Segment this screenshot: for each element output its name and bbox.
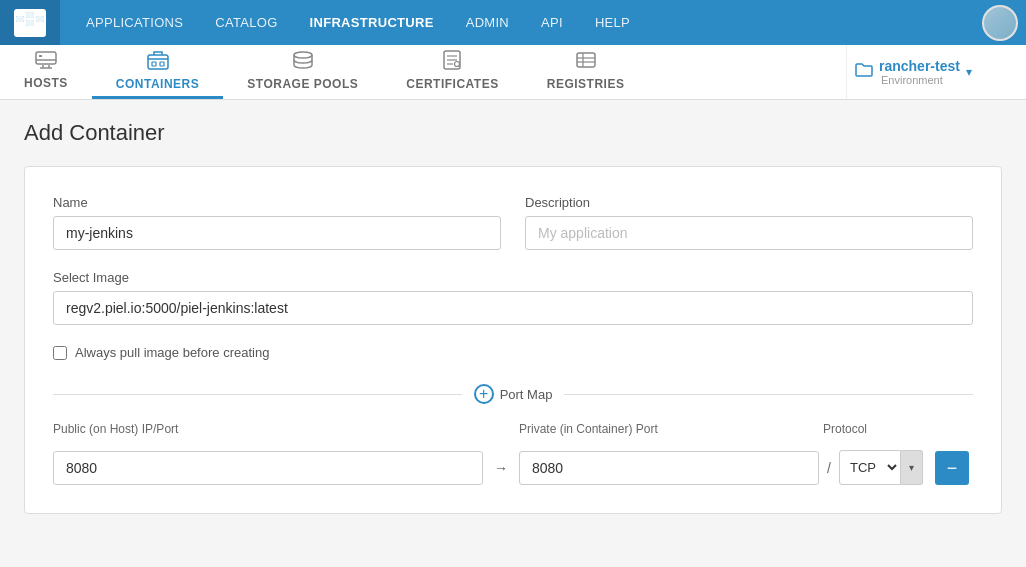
port-arrow-icon: → [483,460,519,476]
subnav-storage-pools[interactable]: STORAGE POOLS [223,45,382,99]
subnav-certificates[interactable]: CERTIFICATES [382,45,522,99]
name-description-row: Name Description [53,195,973,250]
nav-help[interactable]: HELP [579,0,646,45]
sub-nav-items: HOSTS CONTAINERS [0,45,846,99]
subnav-hosts-label: HOSTS [24,76,68,90]
public-port-input[interactable] [53,451,483,485]
svg-rect-6 [26,20,34,26]
name-group: Name [53,195,501,250]
port-map-line-left [53,394,462,395]
subnav-registries[interactable]: REGISTRIES [523,45,649,99]
chevron-down-icon: ▾ [966,65,972,79]
nav-infrastructure[interactable]: INFRASTRUCTURE [294,0,450,45]
env-selector[interactable]: rancher-test Environment ▾ [847,54,980,90]
protocol-chevron-icon: ▾ [901,450,923,485]
svg-rect-8 [36,52,56,64]
action-col-header [923,420,973,442]
public-port-col-header: Public (on Host) IP/Port [53,420,483,442]
subnav-registries-label: REGISTRIES [547,77,625,91]
containers-icon [147,50,169,73]
protocol-col-header: Protocol [823,420,923,442]
minus-icon: − [947,459,958,477]
svg-rect-23 [577,53,595,67]
hosts-icon [35,51,57,72]
svg-rect-5 [26,12,34,18]
protocol-label: Protocol [823,422,867,436]
private-port-input[interactable] [519,451,819,485]
env-folder-icon [855,62,873,82]
name-label: Name [53,195,501,210]
image-group: Select Image [53,270,973,325]
env-selector-area: rancher-test Environment ▾ [846,45,1026,99]
private-port-input-wrap [519,451,819,485]
svg-rect-16 [160,62,164,66]
always-pull-row: Always pull image before creating [53,345,973,360]
always-pull-checkbox[interactable] [53,346,67,360]
env-info: rancher-test Environment [879,58,960,86]
name-input[interactable] [53,216,501,250]
remove-port-button[interactable]: − [935,451,969,485]
public-port-input-wrap [53,451,483,485]
registries-icon [576,50,596,73]
image-label: Select Image [53,270,973,285]
sub-nav: HOSTS CONTAINERS [0,45,1026,100]
user-avatar[interactable] [982,5,1018,41]
env-label: Environment [881,74,960,86]
always-pull-label[interactable]: Always pull image before creating [75,345,269,360]
logo[interactable] [0,0,60,45]
form-card: Name Description Select Image Always pul… [24,166,1002,514]
logo-icon [14,9,46,37]
nav-applications[interactable]: APPLICATIONS [70,0,199,45]
env-name: rancher-test [879,58,960,74]
svg-point-17 [294,52,312,58]
private-port-label: Private (in Container) Port [519,422,658,436]
description-input[interactable] [525,216,973,250]
nav-admin[interactable]: ADMIN [450,0,525,45]
port-slash-divider: / [819,460,839,476]
top-nav-right [982,5,1018,41]
top-nav: APPLICATIONS CATALOG INFRASTRUCTURE ADMI… [0,0,1026,45]
certificates-icon [442,50,462,73]
subnav-storage-pools-label: STORAGE POOLS [247,77,358,91]
public-port-label: Public (on Host) IP/Port [53,422,178,436]
svg-rect-15 [152,62,156,66]
port-action-area: − [923,451,973,485]
page-title: Add Container [24,120,1002,146]
avatar-image [984,7,1016,39]
subnav-containers[interactable]: CONTAINERS [92,45,223,99]
top-nav-links: APPLICATIONS CATALOG INFRASTRUCTURE ADMI… [60,0,982,45]
subnav-containers-label: CONTAINERS [116,77,199,91]
port-map-header: + Port Map [53,384,973,404]
svg-rect-14 [148,55,168,69]
svg-rect-10 [39,55,42,57]
description-group: Description [525,195,973,250]
subnav-hosts[interactable]: HOSTS [0,45,92,99]
nav-api[interactable]: API [525,0,579,45]
subnav-certificates-label: CERTIFICATES [406,77,498,91]
svg-rect-4 [16,16,24,22]
port-map-line-right [564,394,973,395]
storage-icon [292,50,314,73]
protocol-select[interactable]: TCP UDP [839,450,901,485]
port-map-row: → / TCP UDP ▾ − [53,450,973,485]
description-label: Description [525,195,973,210]
add-port-map-button[interactable]: + [474,384,494,404]
port-map-text: Port Map [500,387,553,402]
private-port-col-header: Private (in Container) Port [519,420,803,442]
protocol-select-wrap: TCP UDP ▾ [839,450,923,485]
svg-rect-7 [36,16,44,22]
slash-col-header [803,420,823,442]
image-input[interactable] [53,291,973,325]
svg-point-22 [455,62,460,67]
arrow-col-header [483,420,519,442]
nav-catalog[interactable]: CATALOG [199,0,293,45]
page-content: Add Container Name Description Select Im… [0,100,1026,534]
port-map-label-area: + Port Map [462,384,565,404]
port-map-col-headers: Public (on Host) IP/Port Private (in Con… [53,420,973,442]
